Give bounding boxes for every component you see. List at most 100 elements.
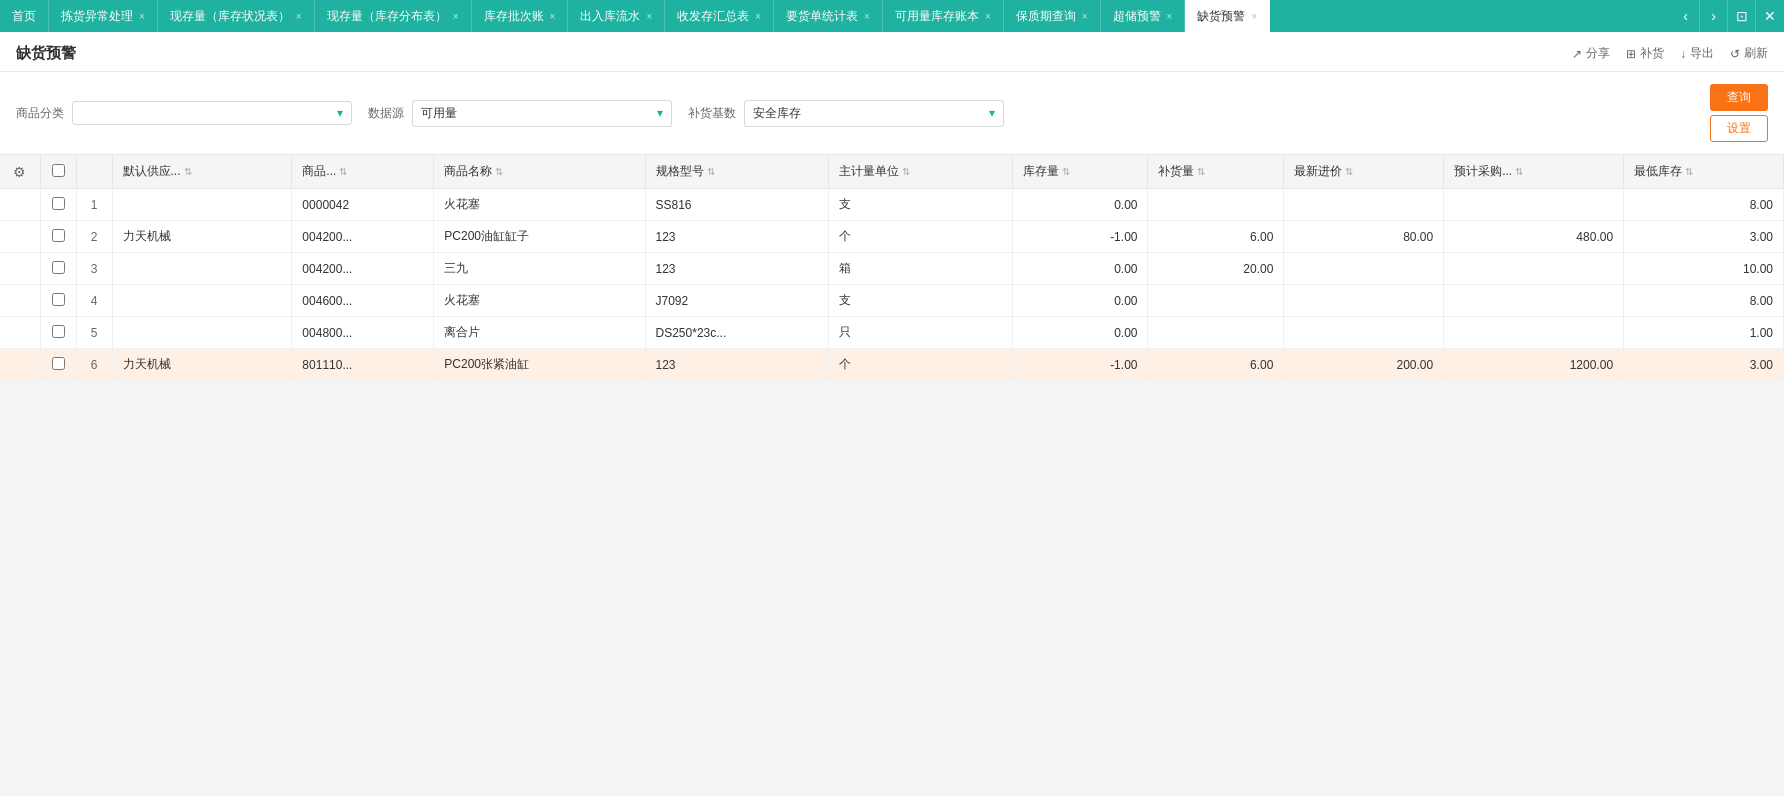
row-index: 3 (76, 253, 112, 285)
row-restock: 6.00 (1148, 349, 1284, 381)
tab-home[interactable]: 首页 (0, 0, 49, 32)
row-unit: 个 (828, 221, 1012, 253)
restock-basis-select[interactable]: 安全库存 ▾ (744, 100, 1004, 127)
tab-inventory-status[interactable]: 现存量（库存状况表） × (158, 0, 315, 32)
select-all-checkbox[interactable] (52, 164, 65, 177)
row-restock: 20.00 (1148, 253, 1284, 285)
tab-exception[interactable]: 拣货异常处理 × (49, 0, 158, 32)
product-code-sort[interactable]: 商品... ⇅ (302, 163, 347, 180)
row-checkbox-cell (40, 189, 76, 221)
unit-sort[interactable]: 主计量单位 ⇅ (839, 163, 910, 180)
row-checkbox-cell (40, 317, 76, 349)
tab-available-ledger[interactable]: 可用量库存账本 × (883, 0, 1004, 32)
tab-shortage-warning-close[interactable]: × (1251, 11, 1257, 22)
tab-available-ledger-close[interactable]: × (985, 11, 991, 22)
refresh-button[interactable]: ↺ 刷新 (1730, 45, 1768, 62)
row-stock: 0.00 (1012, 285, 1148, 317)
row-est-purchase (1444, 317, 1624, 349)
latest-price-sort[interactable]: 最新进价 ⇅ (1294, 163, 1353, 180)
row-index: 2 (76, 221, 112, 253)
row-checkbox-4[interactable] (52, 325, 65, 338)
row-index: 5 (76, 317, 112, 349)
tab-scroll-left[interactable]: ‹ (1672, 0, 1700, 32)
tab-batch-account-close[interactable]: × (550, 11, 556, 22)
export-button[interactable]: ↓ 导出 (1680, 45, 1714, 62)
category-label: 商品分类 (16, 105, 64, 122)
tab-receipt-summary-close[interactable]: × (755, 11, 761, 22)
datasource-filter-group: 数据源 可用量 ▾ (368, 100, 672, 127)
tab-demand-stats[interactable]: 要货单统计表 × (774, 0, 883, 32)
tab-inout-flow-close[interactable]: × (646, 11, 652, 22)
datasource-select[interactable]: 可用量 ▾ (412, 100, 672, 127)
th-index (76, 155, 112, 189)
th-gear: ⚙ (0, 155, 40, 189)
tab-close-all[interactable]: ✕ (1756, 0, 1784, 32)
tab-shortage-warning[interactable]: 缺货预警 × (1185, 0, 1270, 32)
th-supplier: 默认供应... ⇅ (112, 155, 292, 189)
product-name-sort-icon: ⇅ (495, 166, 503, 177)
product-code-sort-icon: ⇅ (339, 166, 347, 177)
row-min-stock: 10.00 (1624, 253, 1784, 285)
row-min-stock: 3.00 (1624, 349, 1784, 381)
row-checkbox-1[interactable] (52, 229, 65, 242)
table-row: 2 力天机械 004200... PC200油缸缸子 123 个 -1.00 6… (0, 221, 1784, 253)
est-purchase-sort[interactable]: 预计采购... ⇅ (1454, 163, 1523, 180)
row-gear-cell (0, 253, 40, 285)
row-product-name: 离合片 (434, 317, 645, 349)
table-row: 4 004600... 火花塞 J7092 支 0.00 8.00 (0, 285, 1784, 317)
row-latest-price: 80.00 (1284, 221, 1444, 253)
tab-inventory-dist[interactable]: 现存量（库存分布表） × (315, 0, 472, 32)
tab-restore[interactable]: ⊡ (1728, 0, 1756, 32)
column-settings-icon[interactable]: ⚙ (13, 164, 26, 180)
th-unit: 主计量单位 ⇅ (828, 155, 1012, 189)
query-button[interactable]: 查询 (1710, 84, 1768, 111)
row-stock: -1.00 (1012, 349, 1148, 381)
restock-button[interactable]: ⊞ 补货 (1626, 45, 1664, 62)
tab-scroll-right[interactable]: › (1700, 0, 1728, 32)
row-checkbox-2[interactable] (52, 261, 65, 274)
row-product-name: PC200油缸缸子 (434, 221, 645, 253)
tab-expiry-query[interactable]: 保质期查询 × (1004, 0, 1101, 32)
tab-inout-flow[interactable]: 出入库流水 × (568, 0, 665, 32)
row-min-stock: 8.00 (1624, 285, 1784, 317)
restock-sort[interactable]: 补货量 ⇅ (1158, 163, 1205, 180)
share-icon: ↗ (1572, 47, 1582, 61)
share-button[interactable]: ↗ 分享 (1572, 45, 1610, 62)
datasource-label: 数据源 (368, 105, 404, 122)
tab-batch-account[interactable]: 库存批次账 × (472, 0, 569, 32)
tab-overstock-warning[interactable]: 超储预警 × (1101, 0, 1186, 32)
row-restock (1148, 285, 1284, 317)
spec-sort[interactable]: 规格型号 ⇅ (656, 163, 715, 180)
product-name-sort[interactable]: 商品名称 ⇅ (444, 163, 503, 180)
row-restock: 6.00 (1148, 221, 1284, 253)
tab-receipt-summary[interactable]: 收发存汇总表 × (665, 0, 774, 32)
row-latest-price: 200.00 (1284, 349, 1444, 381)
category-select[interactable]: ▾ (72, 101, 352, 125)
stock-sort[interactable]: 库存量 ⇅ (1023, 163, 1070, 180)
row-checkbox-3[interactable] (52, 293, 65, 306)
restock-basis-arrow-icon: ▾ (989, 106, 995, 120)
datasource-arrow-icon: ▾ (657, 106, 663, 120)
restock-icon: ⊞ (1626, 47, 1636, 61)
row-supplier: 力天机械 (112, 221, 292, 253)
row-gear-cell (0, 317, 40, 349)
row-checkbox-5[interactable] (52, 357, 65, 370)
table-container: ⚙ 默认供应... ⇅ 商品... ⇅ (0, 154, 1784, 381)
tab-demand-stats-close[interactable]: × (864, 11, 870, 22)
row-checkbox-0[interactable] (52, 197, 65, 210)
tab-expiry-query-close[interactable]: × (1082, 11, 1088, 22)
th-checkbox (40, 155, 76, 189)
row-spec: J7092 (645, 285, 828, 317)
tab-nav-buttons: ‹ › ⊡ ✕ (1672, 0, 1784, 32)
restock-sort-icon: ⇅ (1197, 166, 1205, 177)
tab-inventory-status-close[interactable]: × (296, 11, 302, 22)
tab-inventory-dist-close[interactable]: × (453, 11, 459, 22)
row-supplier (112, 317, 292, 349)
tab-exception-close[interactable]: × (139, 11, 145, 22)
th-min-stock: 最低库存 ⇅ (1624, 155, 1784, 189)
row-min-stock: 3.00 (1624, 221, 1784, 253)
min-stock-sort[interactable]: 最低库存 ⇅ (1634, 163, 1693, 180)
setting-button[interactable]: 设置 (1710, 115, 1768, 142)
tab-overstock-warning-close[interactable]: × (1167, 11, 1173, 22)
supplier-sort[interactable]: 默认供应... ⇅ (123, 163, 192, 180)
